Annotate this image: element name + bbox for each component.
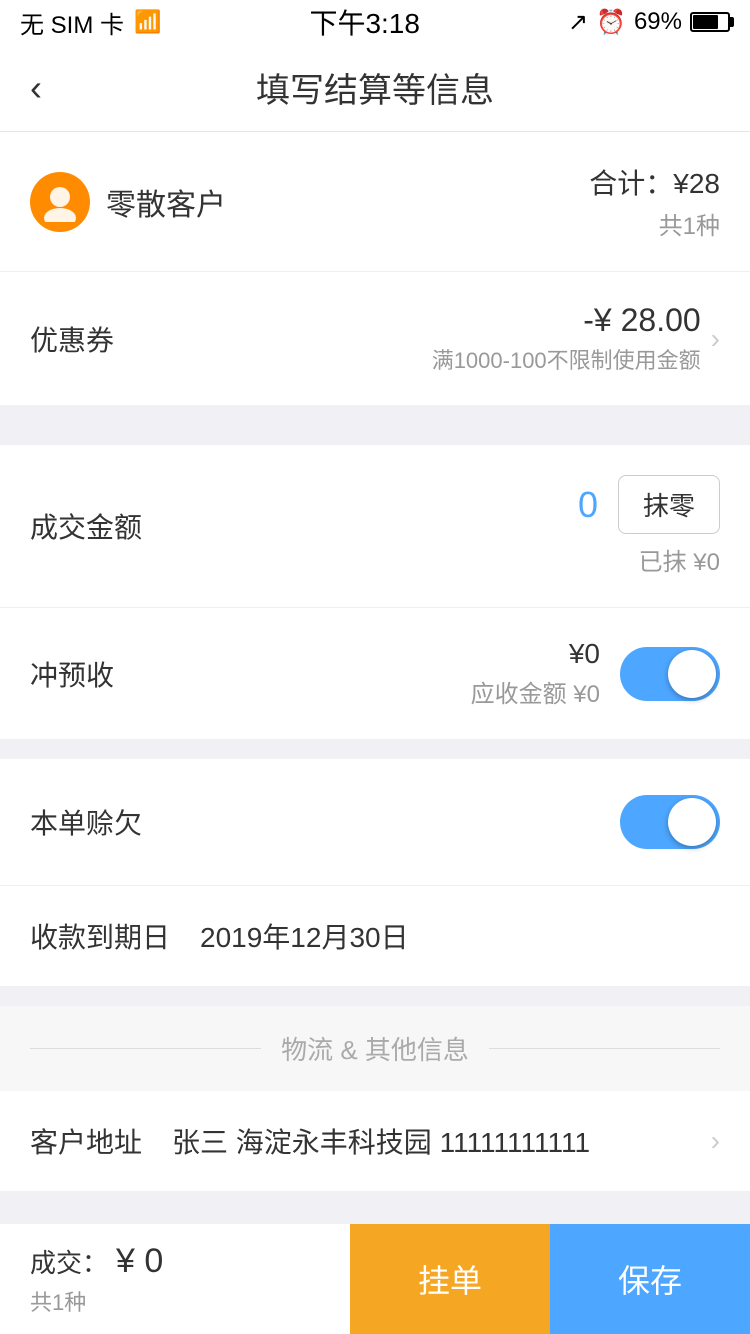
due-date-row: 收款到期日 2019年12月30日 — [0, 885, 750, 986]
logistics-label: 物流 & 其他信息 — [281, 1030, 469, 1067]
pre-receive-right: ¥0 应收金额 ¥0 — [471, 638, 720, 709]
transaction-card: 成交金额 0 抹零 已抹 ¥0 冲预收 ¥0 应收金额 ¥0 — [0, 445, 750, 739]
address-card[interactable]: 客户地址 张三 海淀永丰科技园 11111111111 › — [0, 1091, 750, 1191]
bottom-deal-label: 成交： — [30, 1243, 108, 1280]
coupon-row[interactable]: 优惠券 -¥ 28.00 满1000-100不限制使用金额 › — [0, 271, 750, 405]
total-amount: 合计：¥28 — [589, 162, 720, 202]
pre-receive-row: 冲预收 ¥0 应收金额 ¥0 — [0, 608, 750, 739]
section-divider-1 — [0, 425, 750, 445]
pre-receive-info: ¥0 应收金额 ¥0 — [471, 638, 600, 709]
section-divider-2 — [0, 739, 750, 759]
logistics-line-right — [489, 1048, 720, 1049]
bottom-bar: 成交： ¥ 0 共1种 挂单 保存 — [0, 1224, 750, 1334]
bottom-deal-amount: ¥ 0 — [116, 1242, 163, 1281]
address-value: 张三 海淀永丰科技园 11111111111 — [172, 1121, 681, 1161]
nav-bar: ‹ 填写结算等信息 — [0, 44, 750, 132]
bottom-info: 成交： ¥ 0 共1种 — [0, 1242, 350, 1317]
coupon-amount: -¥ 28.00 — [432, 302, 701, 339]
content: 零散客户 合计：¥28 共1种 优惠券 -¥ 28.00 满1000-100不限… — [0, 132, 750, 1311]
transaction-amount-row: 成交金额 0 抹零 已抹 ¥0 — [0, 445, 750, 608]
coupon-info: -¥ 28.00 满1000-100不限制使用金额 — [432, 302, 701, 375]
customer-right: 合计：¥28 共1种 — [589, 162, 720, 241]
status-time: 下午3:18 — [309, 2, 420, 42]
no-sim-text: 无 SIM 卡 — [20, 5, 124, 40]
transaction-value-row: 0 抹零 — [578, 475, 720, 534]
coupon-desc: 满1000-100不限制使用金额 — [432, 343, 701, 375]
logistics-line-left — [30, 1048, 261, 1049]
battery-percent: 69% — [634, 8, 682, 36]
toggle-knob — [668, 650, 716, 698]
transaction-value: 0 — [578, 484, 598, 526]
back-button[interactable]: ‹ — [30, 67, 42, 109]
round-zero-button[interactable]: 抹零 — [618, 475, 720, 534]
address-chevron-icon: › — [711, 1125, 720, 1157]
debt-row: 本单赊欠 — [0, 759, 750, 885]
debt-toggle[interactable] — [620, 795, 720, 849]
debt-card: 本单赊欠 收款到期日 2019年12月30日 — [0, 759, 750, 986]
location-icon: ↗ — [568, 8, 588, 37]
pre-receivable-label: 应收金额 ¥0 — [471, 674, 600, 709]
hang-order-button[interactable]: 挂单 — [350, 1224, 550, 1334]
address-label: 客户地址 — [30, 1121, 142, 1161]
total-count: 共1种 — [589, 206, 720, 241]
bottom-deal-count: 共1种 — [30, 1285, 320, 1317]
debt-label: 本单赊欠 — [30, 802, 142, 842]
logistics-section: 物流 & 其他信息 — [0, 1006, 750, 1091]
pre-receive-toggle[interactable] — [620, 647, 720, 701]
status-left: 无 SIM 卡 📶 — [20, 5, 161, 40]
avatar-icon — [40, 182, 80, 222]
save-button[interactable]: 保存 — [550, 1224, 750, 1334]
battery-icon — [690, 12, 730, 32]
customer-row: 零散客户 合计：¥28 共1种 — [0, 132, 750, 271]
alarm-icon: ⏰ — [596, 8, 626, 37]
due-date-value: 2019年12月30日 — [200, 916, 409, 956]
pre-receive-label: 冲预收 — [30, 654, 114, 694]
customer-card: 零散客户 合计：¥28 共1种 优惠券 -¥ 28.00 满1000-100不限… — [0, 132, 750, 405]
customer-name: 零散客户 — [106, 180, 226, 224]
transaction-label: 成交金额 — [30, 506, 142, 546]
customer-avatar — [30, 172, 90, 232]
section-divider-3 — [0, 986, 750, 1006]
coupon-chevron-icon: › — [711, 323, 720, 355]
coupon-right: -¥ 28.00 满1000-100不限制使用金额 › — [432, 302, 720, 375]
due-date-label: 收款到期日 — [30, 916, 170, 956]
already-rounded-label: 已抹 ¥0 — [639, 542, 720, 577]
pre-amount: ¥0 — [471, 638, 600, 670]
customer-left: 零散客户 — [30, 172, 226, 232]
status-bar: 无 SIM 卡 📶 下午3:18 ↗ ⏰ 69% — [0, 0, 750, 44]
page-title: 填写结算等信息 — [256, 63, 494, 112]
coupon-label: 优惠券 — [30, 319, 114, 359]
wifi-icon: 📶 — [134, 9, 161, 35]
debt-toggle-knob — [668, 798, 716, 846]
status-right: ↗ ⏰ 69% — [568, 8, 730, 37]
